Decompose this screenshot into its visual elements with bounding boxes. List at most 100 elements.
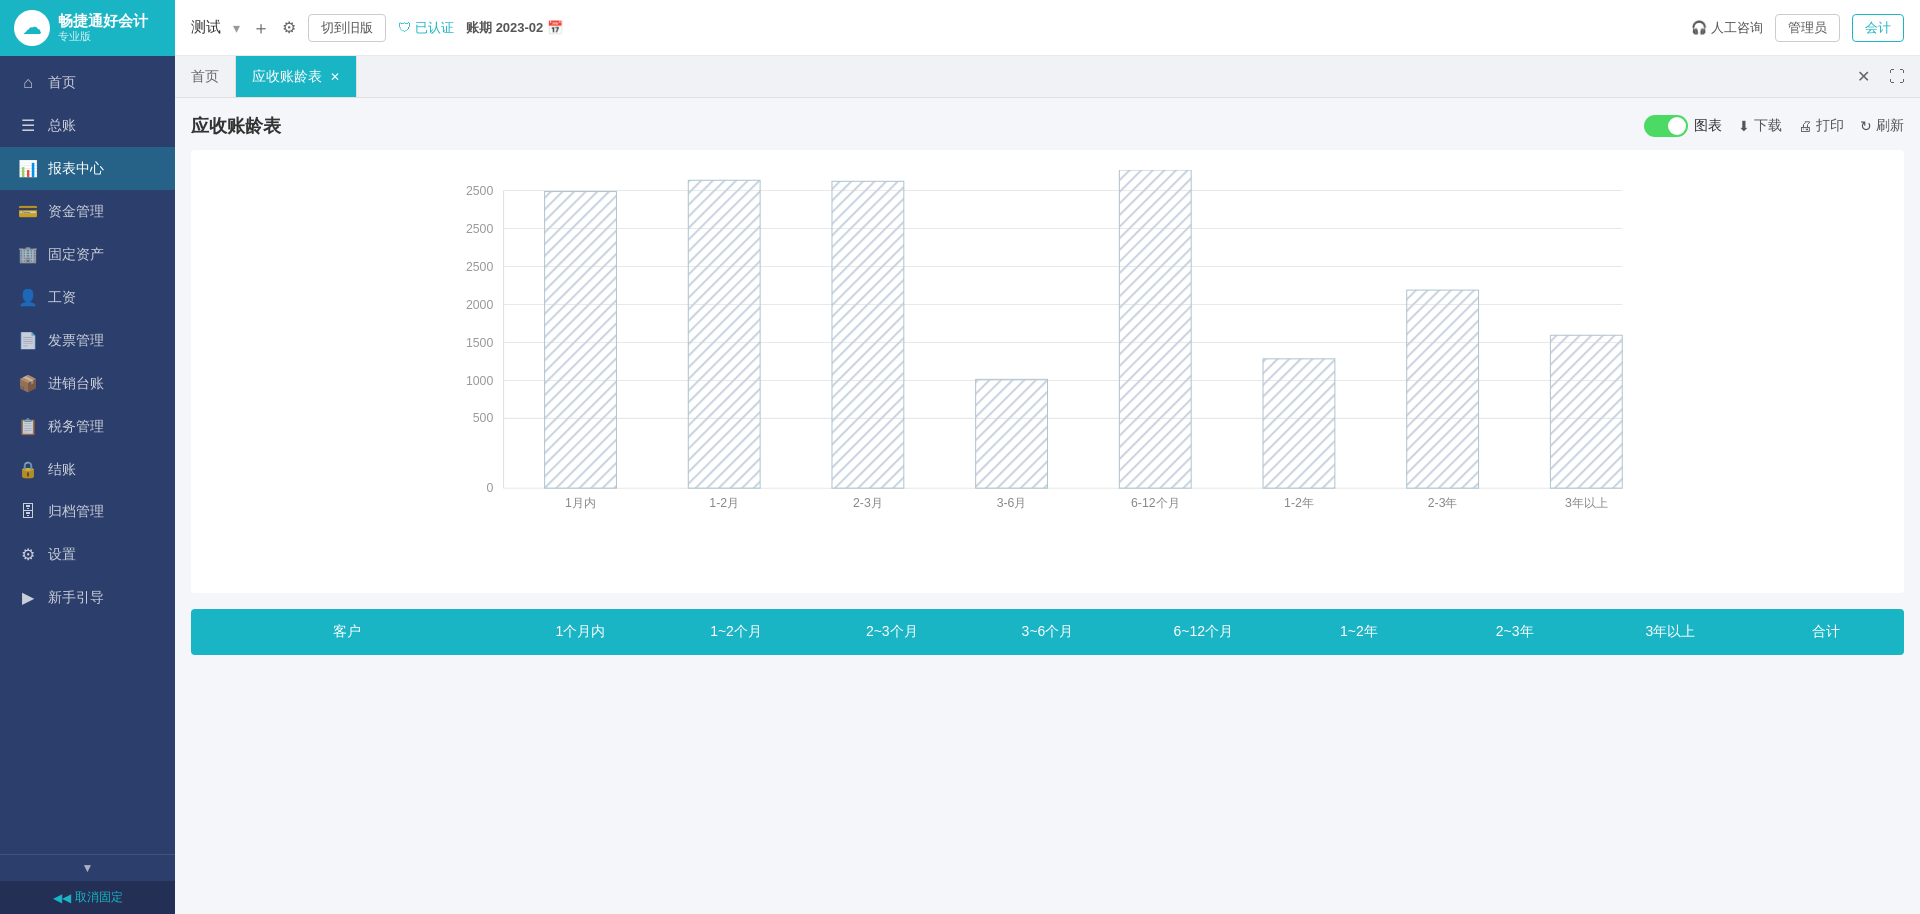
tax-icon: 📋	[18, 417, 38, 436]
sidebar-item-funds[interactable]: 💳 资金管理	[0, 190, 175, 233]
invoice-icon: 📄	[18, 331, 38, 350]
svg-text:3-6月: 3-6月	[997, 496, 1027, 510]
sidebar-item-reports[interactable]: 📊报表中心	[0, 147, 175, 190]
sidebar-label-settings: 设置	[48, 546, 76, 564]
logo-sub-title: 专业版	[58, 30, 148, 43]
table-header: 客户1个月内1~2个月2~3个月3~6个月6~12个月1~2年2~3年3年以上合…	[191, 609, 1904, 655]
sidebar-item-tax[interactable]: 📋 税务管理	[0, 405, 175, 448]
table-col-5: 6~12个月	[1125, 609, 1281, 655]
table-col-3: 2~3个月	[814, 609, 970, 655]
table-col-1: 1个月内	[502, 609, 658, 655]
tab-ar-aging-close[interactable]: ✕	[330, 70, 340, 84]
sidebar-nav: ⌂ 首页 ☰总账📊报表中心 💳 资金管理 🏢 固定资产 👤工资 📄 发票管理 📦 进销台账 📋 税务管理 🔒…	[0, 56, 175, 854]
sidebar-label-trade: 进销台账	[48, 375, 104, 393]
sidebar-unpin-btn[interactable]: ◀◀ 取消固定	[0, 881, 175, 914]
page-header: 应收账龄表 图表 ⬇ 下载 🖨 打印 ↻ 刷新	[191, 114, 1904, 138]
sidebar-item-ledger[interactable]: ☰总账	[0, 104, 175, 147]
sidebar-label-reports: 报表中心	[48, 160, 104, 178]
sidebar-item-home[interactable]: ⌂ 首页	[0, 62, 175, 104]
tab-close-all-button[interactable]: ✕	[1848, 62, 1878, 92]
svg-text:1月内: 1月内	[565, 496, 596, 510]
table-col-6: 1~2年	[1281, 609, 1437, 655]
topbar-dropdown-icon[interactable]: ▾	[233, 20, 240, 36]
topbar: 测试 ▾ ＋ ⚙ 切到旧版 🛡 已认证 账期 2023-02 📅 🎧 人工咨询 …	[175, 0, 1920, 56]
sidebar-item-invoice[interactable]: 📄 发票管理	[0, 319, 175, 362]
bar-1-2y	[1263, 359, 1335, 488]
sidebar-label-guide: 新手引导	[48, 589, 104, 607]
chart-toggle[interactable]	[1644, 115, 1688, 137]
svg-text:1500: 1500	[466, 336, 494, 350]
user-button[interactable]: 管理员	[1775, 14, 1840, 42]
tab-expand-button[interactable]: ⛶	[1882, 62, 1912, 92]
accountant-button[interactable]: 会计	[1852, 14, 1904, 42]
page-title: 应收账龄表	[191, 114, 281, 138]
svg-text:2-3年: 2-3年	[1428, 496, 1458, 510]
tab-home-label: 首页	[191, 68, 219, 86]
sidebar-label-archive: 归档管理	[48, 503, 104, 521]
close-icon: 🔒	[18, 460, 38, 479]
chart-container: 2500 2500 2500 2000 1500 1000 500 0 1月内	[191, 150, 1904, 593]
sidebar-label-assets: 固定资产	[48, 246, 104, 264]
svg-text:1000: 1000	[466, 374, 494, 388]
svg-text:3年以上: 3年以上	[1565, 496, 1608, 510]
svg-text:2500: 2500	[466, 222, 494, 236]
main-area: 测试 ▾ ＋ ⚙ 切到旧版 🛡 已认证 账期 2023-02 📅 🎧 人工咨询 …	[175, 0, 1920, 914]
topbar-add-button[interactable]: ＋	[252, 16, 270, 40]
sidebar-item-settings[interactable]: ⚙ 设置	[0, 533, 175, 576]
svg-text:0: 0	[486, 481, 493, 495]
sidebar-label-home: 首页	[48, 74, 76, 92]
bar-2-3m	[832, 181, 904, 488]
sidebar-label-tax: 税务管理	[48, 418, 104, 436]
svg-text:2-3月: 2-3月	[853, 496, 883, 510]
consult-button[interactable]: 🎧 人工咨询	[1691, 19, 1763, 37]
bar-2-3y	[1407, 290, 1479, 488]
sidebar-item-close[interactable]: 🔒结账	[0, 448, 175, 491]
switch-version-button[interactable]: 切到旧版	[308, 14, 386, 42]
tab-ar-aging[interactable]: 应收账龄表 ✕	[236, 56, 357, 97]
svg-text:2000: 2000	[466, 298, 494, 312]
sidebar-scroll-down[interactable]: ▼	[0, 854, 175, 881]
sidebar: ☁ 畅捷通好会计 专业版 ⌂ 首页 ☰总账📊报表中心 💳 资金管理 🏢 固定资产 👤工资 📄 发票…	[0, 0, 175, 914]
sidebar-item-archive[interactable]: 🗄 归档管理	[0, 491, 175, 533]
sidebar-item-assets[interactable]: 🏢 固定资产	[0, 233, 175, 276]
sidebar-item-trade[interactable]: 📦 进销台账	[0, 362, 175, 405]
funds-icon: 💳	[18, 202, 38, 221]
refresh-icon: ↻	[1860, 118, 1872, 134]
sidebar-label-invoice: 发票管理	[48, 332, 104, 350]
tab-ar-aging-label: 应收账龄表	[252, 68, 322, 86]
topbar-title: 测试	[191, 18, 221, 37]
trade-icon: 📦	[18, 374, 38, 393]
refresh-button[interactable]: ↻ 刷新	[1860, 117, 1904, 135]
calendar-icon[interactable]: 📅	[547, 20, 563, 35]
ledger-icon: ☰	[18, 116, 38, 135]
table-col-7: 2~3年	[1437, 609, 1593, 655]
settings-icon: ⚙	[18, 545, 38, 564]
bar-1-2m	[688, 180, 760, 488]
bar-chart: 2500 2500 2500 2000 1500 1000 500 0 1月内	[221, 170, 1874, 560]
topbar-settings-button[interactable]: ⚙	[282, 18, 296, 37]
archive-icon: 🗄	[18, 503, 38, 521]
shield-icon: 🛡	[398, 20, 411, 35]
accounting-period: 账期 2023-02 📅	[466, 19, 563, 37]
page-actions: 图表 ⬇ 下载 🖨 打印 ↻ 刷新	[1644, 115, 1904, 137]
assets-icon: 🏢	[18, 245, 38, 264]
sidebar-label-funds: 资金管理	[48, 203, 104, 221]
sidebar-item-payroll[interactable]: 👤工资	[0, 276, 175, 319]
download-icon: ⬇	[1738, 118, 1750, 134]
logo-main-title: 畅捷通好会计	[58, 12, 148, 30]
svg-text:1-2月: 1-2月	[709, 496, 739, 510]
print-button[interactable]: 🖨 打印	[1798, 117, 1844, 135]
svg-text:1-2年: 1-2年	[1284, 496, 1314, 510]
table-col-8: 3年以上	[1593, 609, 1749, 655]
home-icon: ⌂	[18, 74, 38, 92]
svg-text:2500: 2500	[466, 184, 494, 198]
svg-text:6-12个月: 6-12个月	[1131, 496, 1180, 510]
svg-text:2500: 2500	[466, 260, 494, 274]
svg-text:500: 500	[473, 411, 494, 425]
download-button[interactable]: ⬇ 下载	[1738, 117, 1782, 135]
bar-6-12m	[1119, 170, 1191, 488]
logo-icon: ☁	[14, 10, 50, 46]
tab-home[interactable]: 首页	[175, 56, 236, 97]
headset-icon: 🎧	[1691, 20, 1707, 35]
sidebar-item-guide[interactable]: ▶新手引导	[0, 576, 175, 619]
